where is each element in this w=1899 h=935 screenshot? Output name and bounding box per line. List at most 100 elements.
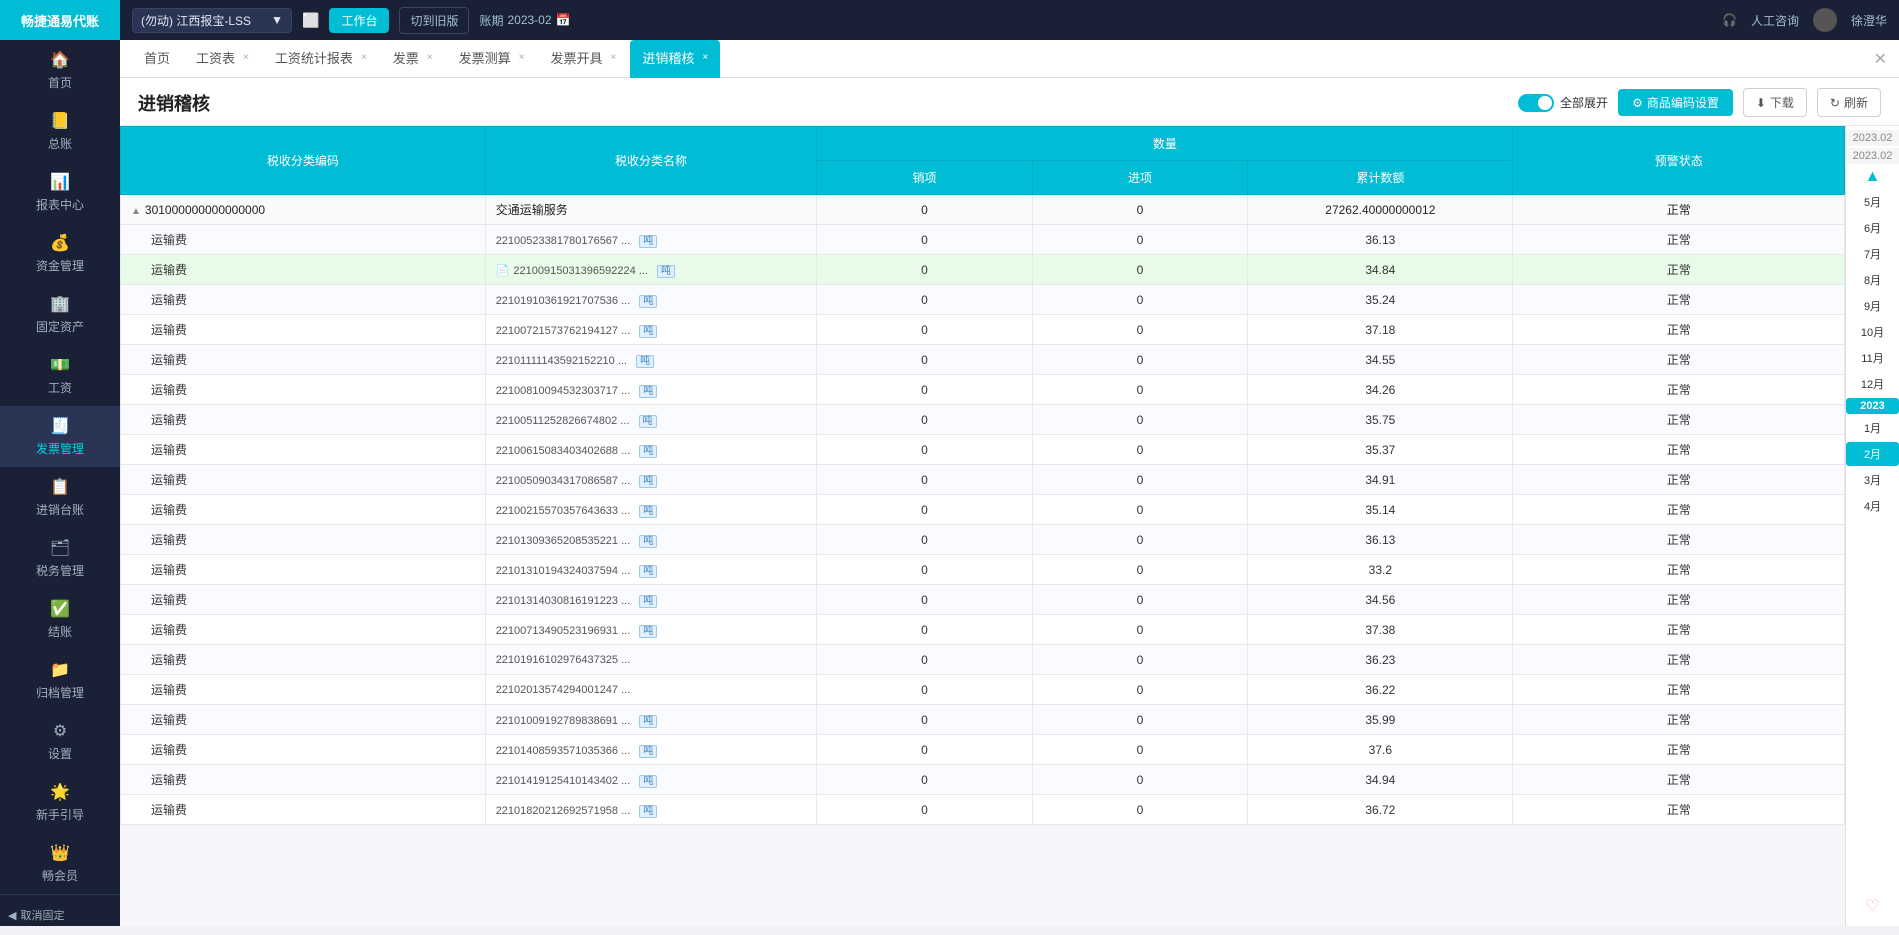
sidebar-item-archive[interactable]: 📁 归档管理 [0,650,120,711]
cal-month-9[interactable]: 9月 [1846,294,1899,318]
tab-close-icon[interactable]: × [519,52,525,63]
table-cell-total: 35.99 [1248,705,1513,735]
invoice-icon: 🧾 [50,416,70,436]
table-cell-invoice: 22101916102976437325 ... [485,645,817,675]
sidebar-item-label: 首页 [48,74,72,91]
unit-badge: 吨 [639,565,657,578]
cal-month-5[interactable]: 5月 [1846,190,1899,214]
table-cell-total: 34.94 [1248,765,1513,795]
tab-home[interactable]: 首页 [132,40,182,78]
table-cell-total: 35.14 [1248,495,1513,525]
refresh-button[interactable]: ↻ 刷新 [1817,88,1881,117]
sidebar-item-home[interactable]: 🏠 首页 [0,40,120,101]
scroll-up-button[interactable]: ▲ [1863,166,1883,188]
sidebar-item-invoice[interactable]: 🧾 发票管理 [0,406,120,467]
table-cell-invoice: 22101408593571035366 ... 吨 [485,735,817,765]
switch-version-button[interactable]: 切到旧版 [399,7,469,34]
cal-month-3[interactable]: 3月 [1846,468,1899,492]
sidebar-item-assets[interactable]: 🏢 固定资产 [0,284,120,345]
tax-icon: 🗂 [50,538,70,558]
download-button[interactable]: ⬇ 下载 [1743,88,1807,117]
table-wrap[interactable]: 税收分类编码 税收分类名称 数量 预警状态 销项 进项 累计数额 [120,126,1845,926]
cal-month-10[interactable]: 10月 [1846,320,1899,344]
tab-salary-report[interactable]: 工资统计报表 × [263,40,379,78]
cal-month-11[interactable]: 11月 [1846,346,1899,370]
sidebar-item-ledger2[interactable]: 📋 进销台账 [0,467,120,528]
table-cell-code: 运输费 [121,285,486,315]
tab-invoice-issue[interactable]: 发票开具 × [538,40,628,78]
unit-badge: 吨 [636,355,654,368]
sidebar-item-settings[interactable]: ⚙ 设置 [0,711,120,772]
heart-icon: ♡ [1865,896,1879,922]
tab-close-icon[interactable]: × [610,52,616,63]
cal-month-1[interactable]: 1月 [1846,416,1899,440]
table-cell-status: 正常 [1513,495,1845,525]
table-cell-status: 正常 [1513,525,1845,555]
table-cell-code: 运输费 [121,495,486,525]
table-cell-sales: 0 [817,465,1033,495]
window-close-button[interactable]: ✕ [1874,49,1887,69]
sidebar-item-finance[interactable]: 💰 资金管理 [0,223,120,284]
sidebar-item-salary[interactable]: 💵 工资 [0,345,120,406]
ledger-icon: 📒 [50,111,70,131]
tab-close-icon[interactable]: × [427,52,433,63]
workspace-button[interactable]: 工作台 [329,8,389,33]
table-cell-sales: 0 [817,765,1033,795]
tab-invoice[interactable]: 发票 × [381,40,445,78]
cal-month-12[interactable]: 12月 [1846,372,1899,396]
expand-triangle[interactable]: ▲ [131,206,141,217]
data-table: 税收分类编码 税收分类名称 数量 预警状态 销项 进项 累计数额 [120,126,1845,825]
support-label[interactable]: 人工咨询 [1751,12,1799,29]
table-cell-invoice: 22101820212692571958 ... 吨 [485,795,817,825]
cal-month-7[interactable]: 7月 [1846,242,1899,266]
table-cell-purchase: 0 [1032,315,1248,345]
tab-close-icon[interactable]: × [243,52,249,63]
table-cell-purchase: 0 [1032,345,1248,375]
tab-close-icon[interactable]: × [702,52,708,63]
cal-year-label1: 2023.02 [1846,130,1899,146]
cal-month-6[interactable]: 6月 [1846,216,1899,240]
table-cell-code: 运输费 [121,375,486,405]
unit-badge: 吨 [639,505,657,518]
page-title: 进销稽核 [138,90,210,116]
table-cell-purchase: 0 [1032,795,1248,825]
tab-invoice-calc[interactable]: 发票测算 × [447,40,537,78]
ledger2-icon: 📋 [50,477,70,497]
table-body: ▲301000000000000000 交通运输服务 0 0 27262.400… [121,195,1845,825]
col-purchase-header: 进项 [1032,161,1248,195]
unpin-button[interactable]: ◀ 取消固定 [8,903,112,927]
cal-month-4[interactable]: 4月 [1846,494,1899,518]
table-cell-total: 34.55 [1248,345,1513,375]
sidebar-item-label: 资金管理 [36,257,84,274]
period-display: 账期 2023-02 📅 [479,12,570,29]
sidebar-item-member[interactable]: 👑 畅会员 [0,833,120,894]
col-code-header: 税收分类编码 [121,127,486,195]
tab-close-icon[interactable]: × [361,52,367,63]
sidebar-item-tax[interactable]: 🗂 税务管理 [0,528,120,589]
tab-salary-label: 工资表 [196,48,235,67]
sidebar-item-guide[interactable]: 🌟 新手引导 [0,772,120,833]
sidebar-item-ledger[interactable]: 📒 总账 [0,101,120,162]
tab-reconcile[interactable]: 进销稽核 × [630,40,720,78]
tab-salary-sheet[interactable]: 工资表 × [184,40,261,78]
expand-toggle[interactable] [1518,94,1554,112]
settings-button[interactable]: ⚙ 商品编码设置 [1618,89,1733,116]
table-cell-total: 37.6 [1248,735,1513,765]
table-cell-code: 运输费 [121,225,486,255]
sidebar-item-close[interactable]: ✅ 结账 [0,589,120,650]
sidebar-item-label: 结账 [48,623,72,640]
table-cell-purchase: 0 [1032,735,1248,765]
company-selector[interactable]: (勿动) 江西报宝-LSS ▼ [132,8,292,33]
table-cell-sales: 0 [817,585,1033,615]
table-cell-sales: 0 [817,195,1033,225]
sidebar-item-reports[interactable]: 📊 报表中心 [0,162,120,223]
cal-month-8[interactable]: 8月 [1846,268,1899,292]
table-cell-status: 正常 [1513,705,1845,735]
table-cell-invoice: 22101310194324037594 ... 吨 [485,555,817,585]
col-name-header: 税收分类名称 [485,127,817,195]
table-cell-status: 正常 [1513,675,1845,705]
table-cell-purchase: 0 [1032,465,1248,495]
table-cell-invoice: 22101111143592152210 ... 吨 [485,345,817,375]
table-cell-sales: 0 [817,285,1033,315]
cal-month-2-active[interactable]: 2月 [1846,442,1899,466]
